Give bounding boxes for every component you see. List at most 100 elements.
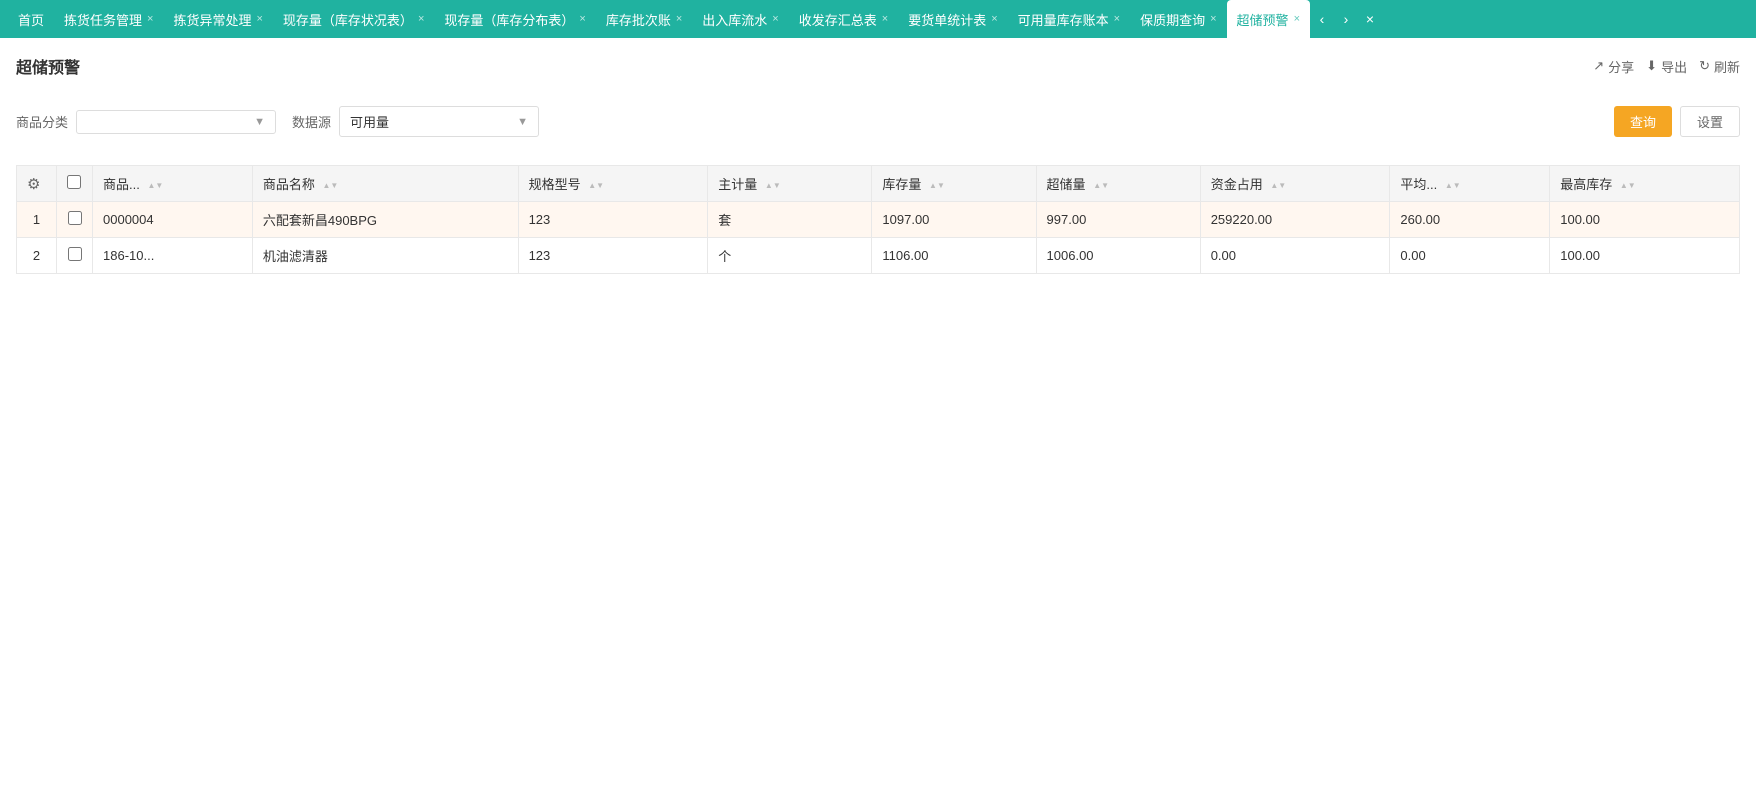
th-stock[interactable]: 库存量 ▲▼ (872, 166, 1036, 202)
sort-overstock-icon: ▲▼ (1093, 181, 1109, 190)
data-source-value: 可用量 (350, 112, 389, 131)
row-spec: 123 (518, 202, 708, 238)
th-overstock[interactable]: 超储量 ▲▼ (1036, 166, 1200, 202)
nav-close-order-stats[interactable]: × (991, 13, 997, 25)
th-product-code[interactable]: 商品... ▲▼ (93, 166, 253, 202)
product-category-arrow: ▼ (254, 116, 265, 128)
row-product-name: 六配套新昌490BPG (252, 202, 518, 238)
export-button[interactable]: ⬇ 导出 (1646, 57, 1687, 76)
setting-button[interactable]: 设置 (1680, 106, 1740, 137)
row-capital: 0.00 (1200, 238, 1390, 274)
nav-close-inventory-status[interactable]: × (418, 13, 424, 25)
row-number: 2 (17, 238, 57, 274)
table-row: 2 186-10... 机油滤清器 123 个 1106.00 1006.00 … (17, 238, 1740, 274)
nav-close-summary[interactable]: × (882, 13, 888, 25)
nav-close-available-account[interactable]: × (1114, 13, 1120, 25)
nav-close-task-mgmt[interactable]: × (147, 13, 153, 25)
refresh-icon: ↻ (1699, 58, 1710, 74)
th-spec[interactable]: 规格型号 ▲▼ (518, 166, 708, 202)
row-overstock: 1006.00 (1036, 238, 1200, 274)
row-avg: 0.00 (1390, 238, 1550, 274)
row-stock: 1106.00 (872, 238, 1036, 274)
data-source-label: 数据源 (292, 112, 331, 131)
nav-expiry[interactable]: 保质期查询 × (1130, 0, 1226, 38)
row-unit: 套 (708, 202, 872, 238)
th-product-name[interactable]: 商品名称 ▲▼ (252, 166, 518, 202)
nav-inventory-status[interactable]: 现存量（库存状况表） × (273, 0, 434, 38)
data-source-arrow: ▼ (517, 116, 528, 128)
th-checkbox (57, 166, 93, 202)
sort-stock-icon: ▲▼ (929, 181, 945, 190)
data-source-select[interactable]: 可用量 ▼ (339, 106, 539, 137)
nav-home[interactable]: 首页 (8, 0, 54, 38)
export-icon: ⬇ (1646, 58, 1657, 74)
row-max-stock: 100.00 (1550, 202, 1740, 238)
row-unit: 个 (708, 238, 872, 274)
gear-icon[interactable]: ⚙ (27, 176, 40, 193)
row-product-code: 186-10... (93, 238, 253, 274)
product-category-select[interactable]: ▼ (76, 110, 276, 134)
th-capital[interactable]: 资金占用 ▲▼ (1200, 166, 1390, 202)
nav-exception[interactable]: 拣货异常处理 × (163, 0, 272, 38)
row-checkbox-0[interactable] (68, 211, 82, 225)
nav-close-overstock[interactable]: × (1294, 13, 1300, 25)
row-stock: 1097.00 (872, 202, 1036, 238)
sort-product-name-icon: ▲▼ (323, 181, 339, 190)
nav-prev-arrow[interactable]: ‹ (1310, 0, 1334, 38)
nav-close-exception[interactable]: × (256, 13, 262, 25)
data-source-filter: 数据源 可用量 ▼ (292, 106, 539, 137)
nav-task-mgmt[interactable]: 拣货任务管理 × (54, 0, 163, 38)
row-spec: 123 (518, 238, 708, 274)
share-button[interactable]: ↗ 分享 (1593, 57, 1634, 76)
sort-avg-icon: ▲▼ (1445, 181, 1461, 190)
nav-close-inout-flow[interactable]: × (772, 13, 778, 25)
query-button[interactable]: 查询 (1614, 106, 1672, 137)
page-header: 超储预警 ↗ 分享 ⬇ 导出 ↻ 刷新 (16, 54, 1740, 78)
nav-available-account[interactable]: 可用量库存账本 × (1008, 0, 1130, 38)
share-icon: ↗ (1593, 58, 1604, 74)
row-product-name: 机油滤清器 (252, 238, 518, 274)
row-overstock: 997.00 (1036, 202, 1200, 238)
table-header-row: ⚙ 商品... ▲▼ 商品名称 ▲▼ 规格型号 ▲▼ 主计 (17, 166, 1740, 202)
sort-spec-icon: ▲▼ (588, 181, 604, 190)
nav-more-arrow[interactable]: × (1358, 0, 1382, 38)
filter-area: 商品分类 ▼ 数据源 可用量 ▼ 查询 设置 (16, 94, 1740, 149)
top-navigation: 首页 拣货任务管理 × 拣货异常处理 × 现存量（库存状况表） × 现存量（库存… (0, 0, 1756, 38)
page-title: 超储预警 (16, 54, 80, 78)
product-category-filter: 商品分类 ▼ (16, 110, 276, 134)
sort-capital-icon: ▲▼ (1270, 181, 1286, 190)
nav-close-inventory-dist[interactable]: × (579, 13, 585, 25)
row-avg: 260.00 (1390, 202, 1550, 238)
nav-summary[interactable]: 收发存汇总表 × (789, 0, 898, 38)
row-checkbox-1[interactable] (68, 247, 82, 261)
row-checkbox-cell[interactable] (57, 238, 93, 274)
row-capital: 259220.00 (1200, 202, 1390, 238)
nav-close-expiry[interactable]: × (1210, 13, 1216, 25)
th-avg[interactable]: 平均... ▲▼ (1390, 166, 1550, 202)
select-all-checkbox[interactable] (67, 175, 81, 189)
row-checkbox-cell[interactable] (57, 202, 93, 238)
nav-batch-account[interactable]: 库存批次账 × (596, 0, 692, 38)
product-category-label: 商品分类 (16, 112, 68, 131)
th-gear: ⚙ (17, 166, 57, 202)
row-max-stock: 100.00 (1550, 238, 1740, 274)
sort-max-stock-icon: ▲▼ (1620, 181, 1636, 190)
row-number: 1 (17, 202, 57, 238)
nav-close-batch-account[interactable]: × (676, 13, 682, 25)
sort-unit-icon: ▲▼ (765, 181, 781, 190)
refresh-button[interactable]: ↻ 刷新 (1699, 57, 1740, 76)
filter-actions: 查询 设置 (1614, 106, 1740, 137)
nav-inout-flow[interactable]: 出入库流水 × (692, 0, 788, 38)
sort-product-code-icon: ▲▼ (147, 181, 163, 190)
nav-overstock[interactable]: 超储预警 × (1227, 0, 1310, 38)
nav-inventory-dist[interactable]: 现存量（库存分布表） × (434, 0, 595, 38)
page-container: 超储预警 ↗ 分享 ⬇ 导出 ↻ 刷新 商品分类 ▼ 数据源 (0, 38, 1756, 800)
table-row: 1 0000004 六配套新昌490BPG 123 套 1097.00 997.… (17, 202, 1740, 238)
row-product-code: 0000004 (93, 202, 253, 238)
nav-next-arrow[interactable]: › (1334, 0, 1358, 38)
th-unit[interactable]: 主计量 ▲▼ (708, 166, 872, 202)
th-max-stock[interactable]: 最高库存 ▲▼ (1550, 166, 1740, 202)
nav-order-stats[interactable]: 要货单统计表 × (898, 0, 1007, 38)
header-actions: ↗ 分享 ⬇ 导出 ↻ 刷新 (1593, 57, 1740, 76)
data-table: ⚙ 商品... ▲▼ 商品名称 ▲▼ 规格型号 ▲▼ 主计 (16, 165, 1740, 274)
